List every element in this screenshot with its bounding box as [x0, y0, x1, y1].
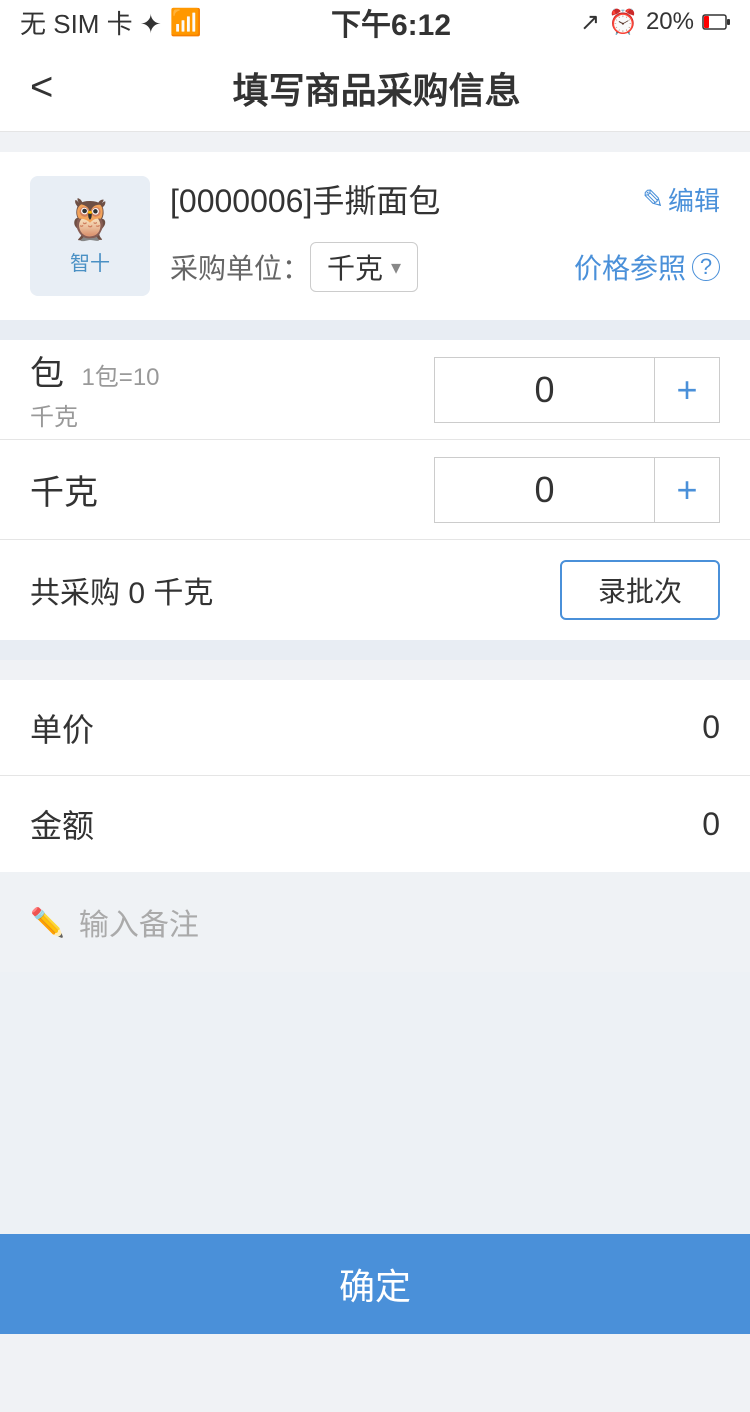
unit-value: 千克 — [327, 247, 383, 287]
battery-icon — [702, 14, 730, 30]
section-divider — [0, 320, 750, 340]
status-left: 无 SIM 卡 ✦ 📶 — [20, 4, 202, 41]
kg-label: 千克 — [30, 465, 170, 514]
bag-input-section: 包 1包=10千克 + 千克 + 共采购 0 千克 录批次 — [0, 340, 750, 640]
unit-price-row: 单价 0 — [0, 680, 750, 776]
edit-label: 编辑 — [668, 181, 720, 218]
product-logo-text: 智十 — [70, 247, 110, 276]
product-logo: 🦉 — [65, 196, 115, 243]
pencil-icon: ✏️ — [30, 906, 65, 939]
unit-row: 采购单位： 千克 ▾ 价格参照 ? — [170, 242, 720, 292]
unit-dropdown[interactable]: 千克 ▾ — [310, 242, 418, 292]
price-reference-button[interactable]: 价格参照 ? — [574, 247, 720, 287]
unit-price-label: 单价 — [30, 705, 94, 751]
location-icon: ↗ — [580, 8, 600, 37]
edit-button[interactable]: ✎ 编辑 — [642, 181, 720, 218]
confirm-button[interactable]: 确定 — [0, 1234, 750, 1334]
product-info: [0000006]手撕面包 ✎ 编辑 采购单位： 千克 ▾ 价格参照 ? — [170, 176, 720, 292]
confirm-label: 确定 — [339, 1258, 411, 1310]
product-thumbnail: 🦉 智十 — [30, 176, 150, 296]
bag-label: 包 1包=10千克 — [30, 346, 170, 434]
unit-label: 采购单位： — [170, 247, 310, 287]
nav-bar: < 填写商品采购信息 — [0, 44, 750, 132]
wifi-icon: 📶 — [170, 7, 202, 38]
price-ref-label: 价格参照 — [574, 247, 686, 287]
total-purchase-text: 共采购 0 千克 — [30, 568, 213, 612]
edit-icon: ✎ — [642, 184, 664, 215]
kg-input-wrap: + — [170, 457, 720, 523]
status-time: 下午6:12 — [331, 0, 451, 44]
unit-price-value: 0 — [702, 709, 720, 746]
battery-percent: 20% — [646, 8, 694, 36]
amount-label: 金额 — [30, 801, 94, 847]
amount-value: 0 — [702, 806, 720, 843]
back-button[interactable]: < — [30, 65, 53, 110]
status-right: ↗ ⏰ 20% — [580, 8, 730, 37]
price-section: 单价 0 金额 0 — [0, 680, 750, 872]
kg-plus-button[interactable]: + — [654, 457, 720, 523]
product-name-row: [0000006]手撕面包 ✎ 编辑 — [170, 176, 720, 222]
bag-plus-button[interactable]: + — [654, 357, 720, 423]
amount-row: 金额 0 — [0, 776, 750, 872]
product-card: 🦉 智十 [0000006]手撕面包 ✎ 编辑 采购单位： 千克 ▾ 价格参照 … — [0, 152, 750, 320]
sim-status: 无 SIM 卡 ✦ — [20, 4, 162, 41]
section-divider-2 — [0, 640, 750, 660]
bag-input-wrap: + — [170, 357, 720, 423]
status-bar: 无 SIM 卡 ✦ 📶 下午6:12 ↗ ⏰ 20% — [0, 0, 750, 44]
record-batch-button[interactable]: 录批次 — [560, 560, 720, 620]
bag-label-main: 包 — [30, 355, 64, 393]
help-icon: ? — [692, 253, 720, 281]
page-title: 填写商品采购信息 — [73, 62, 680, 114]
kg-input-row: 千克 + — [0, 440, 750, 540]
summary-row: 共采购 0 千克 录批次 — [0, 540, 750, 640]
alarm-icon: ⏰ — [608, 8, 638, 37]
chevron-down-icon: ▾ — [391, 255, 401, 280]
kg-quantity-input[interactable] — [434, 457, 654, 523]
notes-placeholder: 输入备注 — [79, 900, 199, 944]
notes-section[interactable]: ✏️ 输入备注 — [0, 872, 750, 972]
bag-quantity-input[interactable] — [434, 357, 654, 423]
product-name: [0000006]手撕面包 — [170, 176, 440, 222]
bag-input-row: 包 1包=10千克 + — [0, 340, 750, 440]
